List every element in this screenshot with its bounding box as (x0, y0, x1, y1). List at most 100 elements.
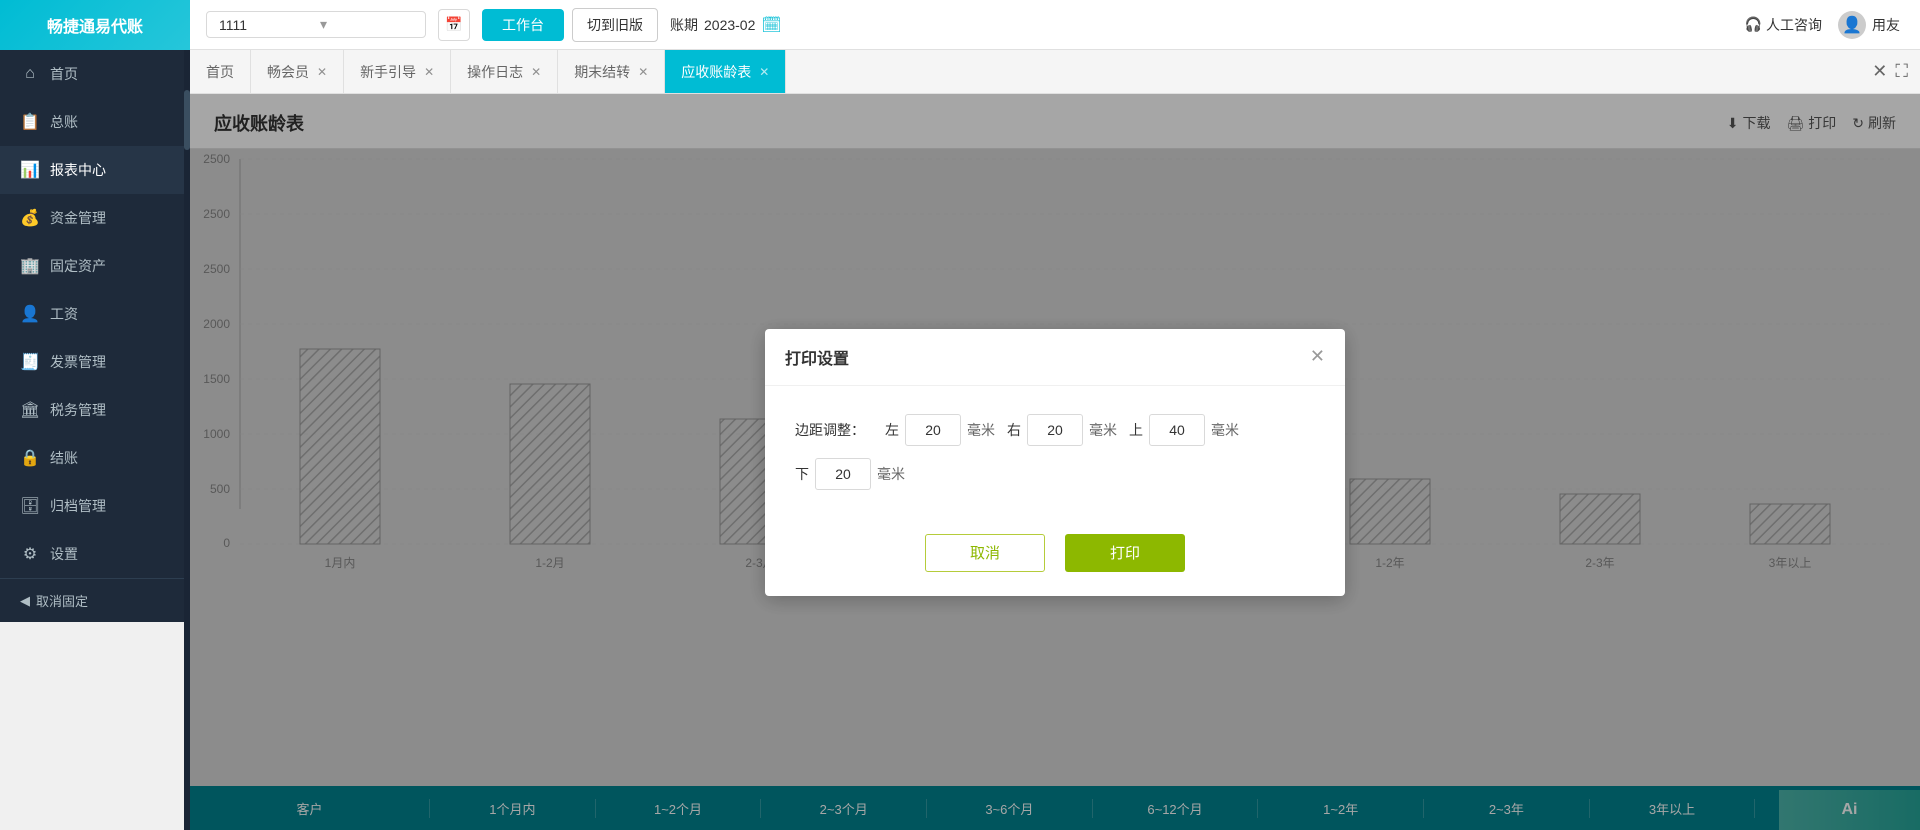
payroll-icon: 👤 (20, 304, 40, 324)
right-unit-label: 毫米 (1089, 420, 1117, 440)
chevron-down-icon: ▾ (320, 16, 413, 33)
sidebar-item-settings[interactable]: ⚙ 设置 (0, 530, 190, 578)
top-direction-label: 上 (1129, 420, 1143, 440)
reports-icon: 📊 (20, 160, 40, 180)
close-window-icon[interactable]: ✕ (1872, 61, 1887, 82)
collapse-sidebar-button[interactable]: ◀ 取消固定 (0, 579, 190, 622)
sidebar-item-payroll[interactable]: 👤 工资 (0, 290, 190, 338)
top-header: 畅捷通易代账 1111 ▾ 📅 工作台 切到旧版 账期 2023-02 🗓 🎧 … (0, 0, 1920, 50)
sidebar-label-closing: 结账 (50, 448, 78, 468)
tab-close-period_end[interactable]: ✕ (638, 65, 648, 79)
margin-left-input[interactable] (905, 414, 961, 446)
calendar-icon-button[interactable]: 📅 (438, 9, 470, 41)
left-direction-label: 左 (885, 420, 899, 440)
print-settings-dialog: 打印设置 ✕ 边距调整： 左 毫米 右 (765, 329, 1345, 596)
tab-close-ar_aging[interactable]: ✕ (759, 65, 769, 79)
user-icon: 👤 (1842, 15, 1862, 35)
assets-icon: 🏢 (20, 256, 40, 276)
tab-guide[interactable]: 新手引导 ✕ (344, 50, 451, 93)
sidebar-item-archive[interactable]: 🗄 归档管理 (0, 482, 190, 530)
dialog-header: 打印设置 ✕ (765, 329, 1345, 386)
tab-period_end[interactable]: 期末结转 ✕ (558, 50, 665, 93)
confirm-print-button[interactable]: 打印 (1065, 534, 1185, 572)
sidebar-item-ledger[interactable]: 📋 总账 (0, 98, 190, 146)
left-unit-label: 毫米 (967, 420, 995, 440)
margin-top-input[interactable] (1149, 414, 1205, 446)
headset-icon: 🎧 (1745, 16, 1762, 33)
tab-label-home: 首页 (206, 62, 234, 82)
content-area: 首页 畅会员 ✕ 新手引导 ✕ 操作日志 ✕ 期末结转 ✕ 应收账龄表 ✕ ✕ ⛶ 应收账龄表 ⬇ … (190, 50, 1920, 830)
period-calendar-icon[interactable]: 🗓 (761, 15, 781, 35)
sidebar-label-home: 首页 (50, 64, 78, 84)
sidebar-label-invoice: 发票管理 (50, 352, 106, 372)
tab-label-ar_aging: 应收账龄表 (681, 62, 751, 82)
tab-log[interactable]: 操作日志 ✕ (451, 50, 558, 93)
margin-top-group: 上 毫米 (1129, 414, 1239, 446)
margin-right-input[interactable] (1027, 414, 1083, 446)
sidebar-label-reports: 报表中心 (50, 160, 106, 180)
sidebar-item-reports[interactable]: 📊 报表中心 (0, 146, 190, 194)
sidebar-label-archive: 归档管理 (50, 496, 106, 516)
sidebar-inner: ⌂ 首页 📋 总账 📊 报表中心 💰 资金管理 🏢 固定资产 👤 工资 🧾 发票… (0, 50, 190, 622)
tab-label-guide: 新手引导 (360, 62, 416, 82)
closing-icon: 🔒 (20, 448, 40, 468)
cancel-button[interactable]: 取消 (925, 534, 1045, 572)
margin-label: 边距调整： (795, 420, 865, 440)
sidebar-label-payroll: 工资 (50, 304, 78, 324)
dialog-title: 打印设置 (785, 345, 849, 369)
company-name: 1111 (219, 17, 312, 33)
margin-bottom-group: 下 毫米 (795, 458, 905, 490)
sidebar-item-home[interactable]: ⌂ 首页 (0, 50, 190, 98)
collapse-icon: ◀ (20, 593, 30, 609)
tab-home[interactable]: 首页 (190, 50, 251, 93)
settings-icon: ⚙ (20, 544, 40, 564)
bottom-direction-label: 下 (795, 464, 809, 484)
sidebar-item-closing[interactable]: 🔒 结账 (0, 434, 190, 482)
page-content: 应收账龄表 ⬇ 下载 🖨 打印 ↻ 刷新 (190, 94, 1920, 830)
sidebar-label-funds: 资金管理 (50, 208, 106, 228)
user-button[interactable]: 👤 用友 (1838, 11, 1900, 39)
archive-icon: 🗄 (20, 496, 40, 516)
tab-label-member: 畅会员 (267, 62, 309, 82)
tax-icon: 🏛 (20, 400, 40, 420)
margin-bottom-input[interactable] (815, 458, 871, 490)
tab-label-period_end: 期末结转 (574, 62, 630, 82)
tab-bar: 首页 畅会员 ✕ 新手引导 ✕ 操作日志 ✕ 期末结转 ✕ 应收账龄表 ✕ ✕ ⛶ (190, 50, 1920, 94)
dialog-close-button[interactable]: ✕ (1310, 346, 1325, 367)
sidebar-item-tax[interactable]: 🏛 税务管理 (0, 386, 190, 434)
right-direction-label: 右 (1007, 420, 1021, 440)
sidebar-item-invoice[interactable]: 🧾 发票管理 (0, 338, 190, 386)
sidebar-label-settings: 设置 (50, 544, 78, 564)
margin-row: 边距调整： 左 毫米 右 毫米 (795, 414, 1315, 490)
sidebar-bottom: ◀ 取消固定 (0, 578, 190, 622)
tab-actions: ✕ ⛶ (1860, 50, 1920, 93)
tab-member[interactable]: 畅会员 ✕ (251, 50, 344, 93)
support-button[interactable]: 🎧 人工咨询 (1745, 15, 1822, 35)
collapse-label: 取消固定 (36, 591, 88, 610)
switch-old-button[interactable]: 切到旧版 (572, 8, 658, 42)
logo-area: 畅捷通易代账 (0, 0, 190, 50)
ledger-icon: 📋 (20, 112, 40, 132)
sidebar-item-assets[interactable]: 🏢 固定资产 (0, 242, 190, 290)
sidebar-item-funds[interactable]: 💰 资金管理 (0, 194, 190, 242)
main-layout: ⌂ 首页 📋 总账 📊 报表中心 💰 资金管理 🏢 固定资产 👤 工资 🧾 发票… (0, 50, 1920, 830)
bottom-unit-label: 毫米 (877, 464, 905, 484)
user-label: 用友 (1872, 15, 1900, 35)
workbench-button[interactable]: 工作台 (482, 9, 564, 41)
header-right: 🎧 人工咨询 👤 用友 (1745, 11, 1920, 39)
period-label: 账期 (670, 15, 698, 35)
company-selector[interactable]: 1111 ▾ (206, 11, 426, 38)
tabs-container: 首页 畅会员 ✕ 新手引导 ✕ 操作日志 ✕ 期末结转 ✕ 应收账龄表 ✕ (190, 50, 786, 93)
tab-close-log[interactable]: ✕ (531, 65, 541, 79)
logo-text: 畅捷通易代账 (47, 13, 143, 37)
expand-window-icon[interactable]: ⛶ (1895, 61, 1908, 82)
sidebar-label-ledger: 总账 (50, 112, 78, 132)
calendar-icon: 📅 (445, 16, 462, 33)
tab-label-log: 操作日志 (467, 62, 523, 82)
sidebar-items: ⌂ 首页 📋 总账 📊 报表中心 💰 资金管理 🏢 固定资产 👤 工资 🧾 发票… (0, 50, 190, 578)
tab-ar_aging[interactable]: 应收账龄表 ✕ (665, 50, 786, 93)
top-unit-label: 毫米 (1211, 420, 1239, 440)
tab-close-member[interactable]: ✕ (317, 65, 327, 79)
support-label: 人工咨询 (1766, 15, 1822, 35)
tab-close-guide[interactable]: ✕ (424, 65, 434, 79)
